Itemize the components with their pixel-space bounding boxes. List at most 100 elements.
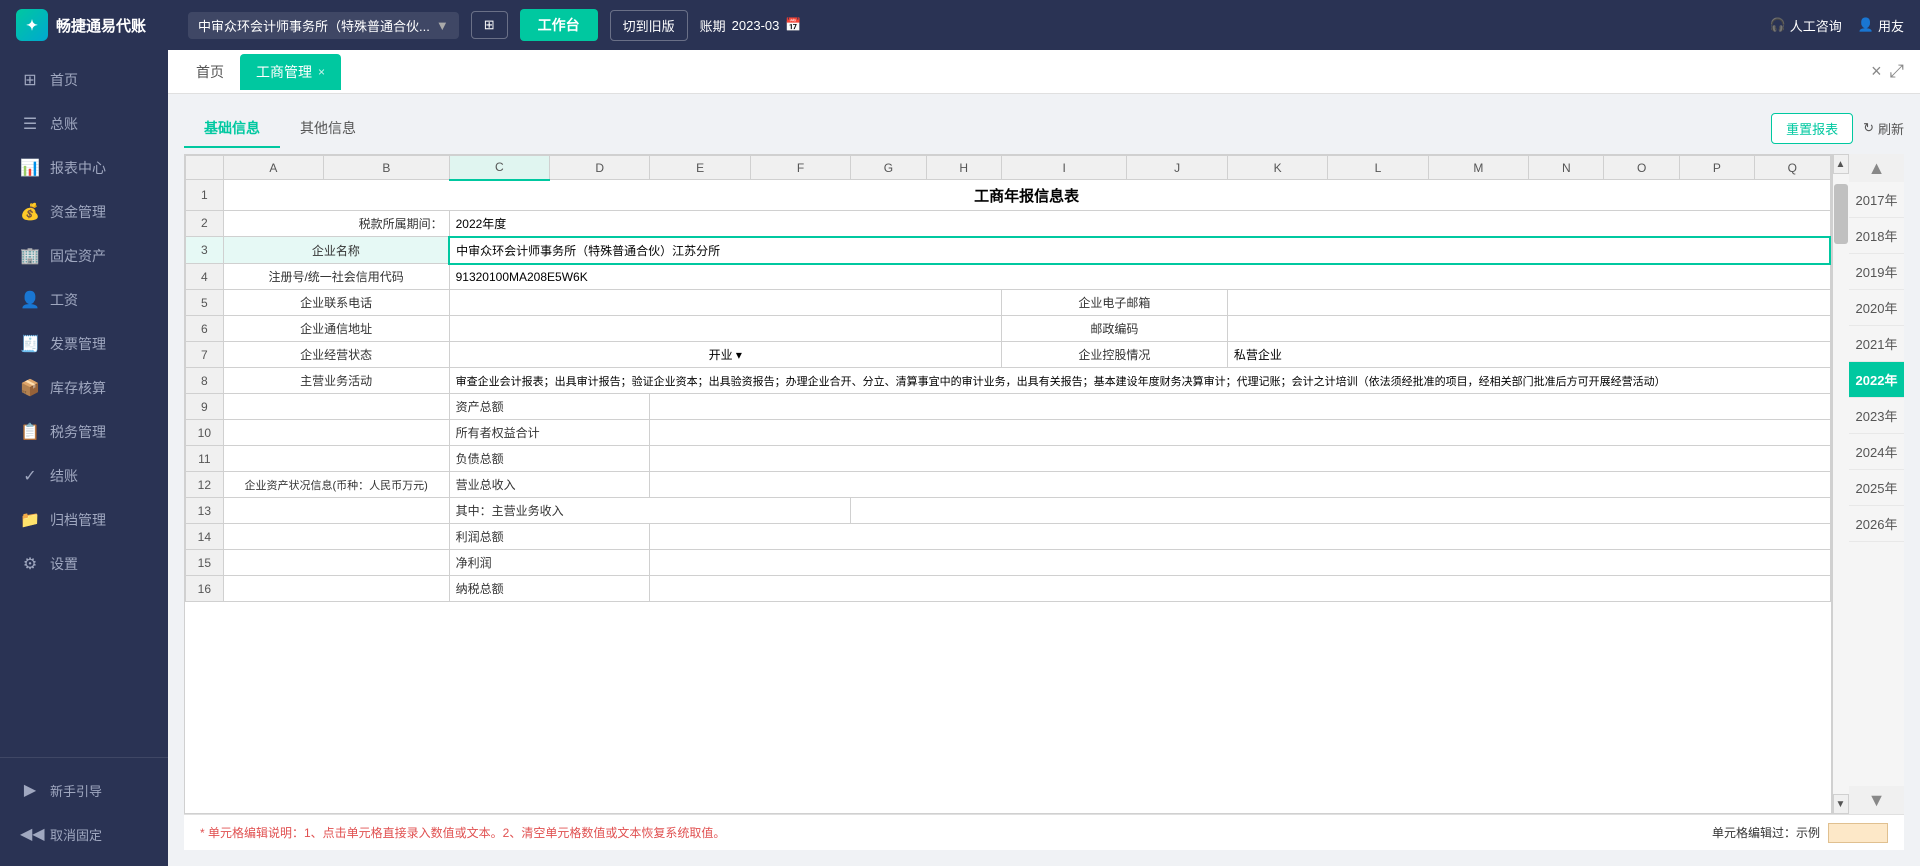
cell-phone-value[interactable] <box>449 290 1001 316</box>
col-header-a[interactable]: A <box>223 156 323 180</box>
tab-basic-info[interactable]: 基础信息 <box>184 110 280 148</box>
sidebar-item-newbie[interactable]: ▶ 新手引导 <box>0 768 168 812</box>
col-header-c[interactable]: C <box>449 156 549 180</box>
sidebar-item-home[interactable]: ⊞ 首页 <box>0 58 168 102</box>
sidebar-item-unpin[interactable]: ◀◀ 取消固定 <box>0 812 168 856</box>
calendar-icon[interactable]: 📅 <box>785 17 801 33</box>
table-row: 8 主营业务活动 审查企业会计报表；出具审计报告；验证企业资本；出具验资报告；办… <box>186 368 1831 394</box>
year-scroll-up-button[interactable]: ▲ <box>1849 154 1904 182</box>
sidebar-item-label: 取消固定 <box>50 825 102 844</box>
year-item-2022[interactable]: 2022年 <box>1849 362 1904 398</box>
cell-email-value[interactable] <box>1227 290 1830 316</box>
tab-home[interactable]: 首页 <box>184 52 236 92</box>
year-scroll-down-button[interactable]: ▼ <box>1849 786 1904 814</box>
workbench-button[interactable]: 工作台 <box>520 9 598 41</box>
col-header-e[interactable]: E <box>650 156 750 180</box>
table-container[interactable]: A B C D E F G H I J <box>185 155 1831 813</box>
tab-active[interactable]: 工商管理 × <box>240 54 341 90</box>
hscroll-bar[interactable]: ◀ ▶ <box>185 813 1831 814</box>
sidebar-item-finance[interactable]: 💰 资金管理 <box>0 190 168 234</box>
cell-biz-value[interactable]: 审查企业会计报表；出具审计报告；验证企业资本；出具验资报告；办理企业合开、分立、… <box>449 368 1830 394</box>
tab-close-icon[interactable]: × <box>318 65 325 79</box>
year-item-2021[interactable]: 2021年 <box>1849 326 1904 362</box>
cell-revenue-value[interactable] <box>650 472 1830 498</box>
scroll-up-button[interactable]: ▲ <box>1833 154 1849 174</box>
cell-phone-label: 企业联系电话 <box>223 290 449 316</box>
cell-period-value[interactable]: 2022年度 <box>449 210 1830 237</box>
year-item-2026[interactable]: 2026年 <box>1849 506 1904 542</box>
vscroll-thumb[interactable] <box>1834 184 1848 244</box>
cell-empty-9a <box>223 394 449 420</box>
tab-other-info[interactable]: 其他信息 <box>280 110 376 148</box>
service-button[interactable]: 🎧 人工咨询 <box>1770 16 1842 35</box>
cell-status-label: 企业经营状态 <box>223 342 449 368</box>
cell-company-value[interactable]: 中审众环会计师事务所（特殊普通合伙）江苏分所 <box>449 237 1830 264</box>
sidebar-item-settings[interactable]: ⚙ 设置 <box>0 542 168 586</box>
col-header-q[interactable]: Q <box>1755 156 1830 180</box>
cell-equity-value[interactable] <box>650 420 1830 446</box>
col-header-f[interactable]: F <box>750 156 850 180</box>
col-header-p[interactable]: P <box>1679 156 1754 180</box>
sidebar-item-invoice[interactable]: 🧾 发票管理 <box>0 322 168 366</box>
user-area[interactable]: 👤 用友 <box>1858 16 1904 35</box>
cell-netprofit-value[interactable] <box>650 550 1830 576</box>
sidebar-item-assets[interactable]: 🏢 固定资产 <box>0 234 168 278</box>
cell-profit-value[interactable] <box>650 524 1830 550</box>
col-header-o[interactable]: O <box>1604 156 1679 180</box>
year-item-2025[interactable]: 2025年 <box>1849 470 1904 506</box>
tab-expand-button[interactable]: ⤢ <box>1890 61 1904 82</box>
col-header-b[interactable]: B <box>324 156 450 180</box>
tab-close-button[interactable]: × <box>1871 61 1882 82</box>
sidebar-item-inventory[interactable]: 📦 库存核算 <box>0 366 168 410</box>
reset-report-button[interactable]: 重置报表 <box>1771 113 1853 144</box>
cell-control-value[interactable]: 私营企业 <box>1227 342 1830 368</box>
cell-status-value[interactable]: 开业 ▾ <box>449 342 1001 368</box>
col-header-k[interactable]: K <box>1227 156 1327 180</box>
year-panel: ▲ 2017年 2018年 2019年 2020年 2021年 2022年 20… <box>1848 154 1904 814</box>
col-header-i[interactable]: I <box>1001 156 1127 180</box>
year-item-2024[interactable]: 2024年 <box>1849 434 1904 470</box>
sidebar-item-tax[interactable]: 📋 税务管理 <box>0 410 168 454</box>
cell-postal-value[interactable] <box>1227 316 1830 342</box>
col-header-l[interactable]: L <box>1328 156 1428 180</box>
year-item-2020[interactable]: 2020年 <box>1849 290 1904 326</box>
company-select[interactable]: 中审众环会计师事务所（特殊普通合伙... ▼ <box>188 12 459 39</box>
sidebar-menu: ⊞ 首页 ☰ 总账 📊 报表中心 💰 资金管理 🏢 固定资产 <box>0 50 168 757</box>
sidebar-item-salary[interactable]: 👤 工资 <box>0 278 168 322</box>
company-name: 中审众环会计师事务所（特殊普通合伙... <box>198 16 430 35</box>
sidebar-item-close[interactable]: ✓ 结账 <box>0 454 168 498</box>
col-header-d[interactable]: D <box>550 156 650 180</box>
copy-button[interactable]: ⊞ <box>471 11 508 39</box>
year-item-2018[interactable]: 2018年 <box>1849 218 1904 254</box>
col-header-j[interactable]: J <box>1127 156 1227 180</box>
unpin-icon: ◀◀ <box>20 824 40 844</box>
cell-liability-value[interactable] <box>650 446 1830 472</box>
vscroll-bar[interactable]: ▲ ▼ <box>1832 154 1848 814</box>
refresh-button[interactable]: ↻ 刷新 <box>1863 119 1904 138</box>
cell-example-swatch <box>1828 823 1888 843</box>
period-area: 账期 2023-03 📅 <box>700 16 802 35</box>
year-item-2019[interactable]: 2019年 <box>1849 254 1904 290</box>
col-header-m[interactable]: M <box>1428 156 1528 180</box>
cell-main-revenue-value[interactable] <box>851 498 1830 524</box>
cell-tax-value[interactable] <box>650 576 1830 602</box>
cell-assets-value[interactable] <box>650 394 1830 420</box>
cell-address-value[interactable] <box>449 316 1001 342</box>
sidebar-item-ledger[interactable]: ☰ 总账 <box>0 102 168 146</box>
year-item-2017[interactable]: 2017年 <box>1849 182 1904 218</box>
vscroll-track[interactable] <box>1833 174 1849 794</box>
row-num: 7 <box>186 342 224 368</box>
cell-regnum-value[interactable]: 91320100MA208E5W6K <box>449 264 1830 290</box>
salary-icon: 👤 <box>20 290 40 310</box>
sidebar-item-archive[interactable]: 📁 归档管理 <box>0 498 168 542</box>
cell-title[interactable]: 工商年报信息表 <box>223 180 1830 211</box>
switch-old-button[interactable]: 切到旧版 <box>610 10 688 41</box>
scroll-down-button[interactable]: ▼ <box>1833 794 1849 814</box>
sidebar-bottom: ▶ 新手引导 ◀◀ 取消固定 <box>0 757 168 866</box>
col-header-n[interactable]: N <box>1529 156 1604 180</box>
year-list: 2017年 2018年 2019年 2020年 2021年 2022年 2023… <box>1849 182 1904 786</box>
year-item-2023[interactable]: 2023年 <box>1849 398 1904 434</box>
col-header-h[interactable]: H <box>926 156 1001 180</box>
col-header-g[interactable]: G <box>851 156 926 180</box>
sidebar-item-report[interactable]: 📊 报表中心 <box>0 146 168 190</box>
